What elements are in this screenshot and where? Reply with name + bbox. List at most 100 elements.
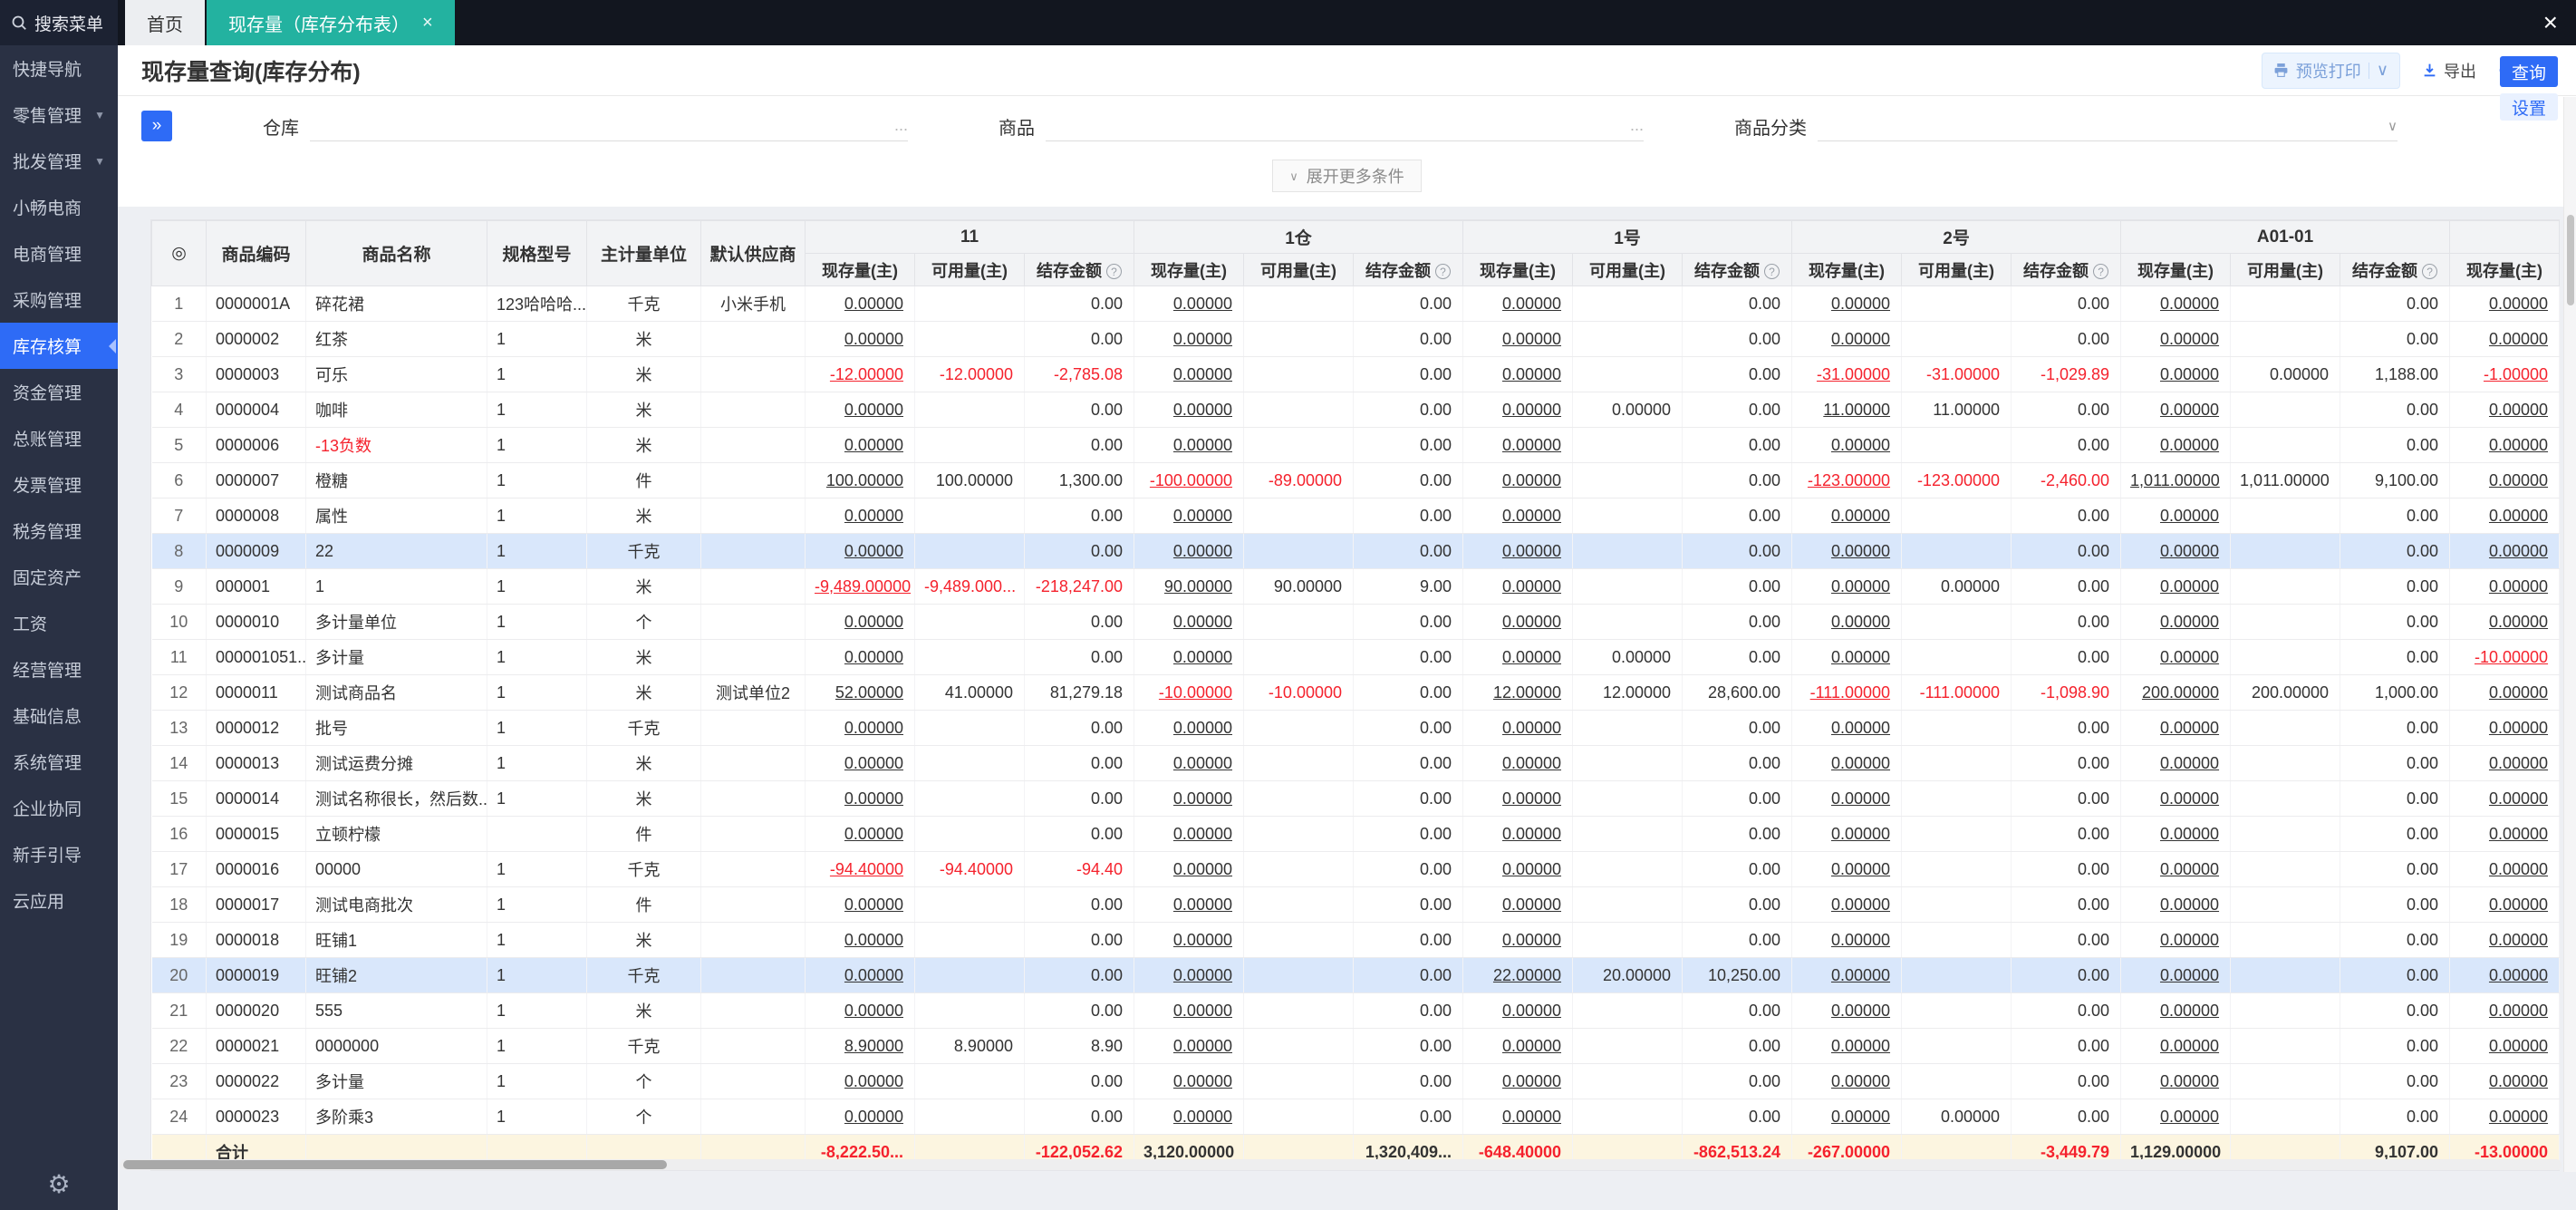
settings-gear-icon[interactable]: ⚙ (0, 1169, 118, 1199)
stock-qty-link[interactable]: 0.00000 (2160, 436, 2219, 454)
table-row[interactable]: 7 0000008 属性 1 米 0.00000 0.00 0.00000 0.00 0.0000… (151, 498, 2561, 534)
stock-qty-link[interactable]: 0.00000 (844, 507, 903, 525)
stock-qty-link[interactable]: -10.00000 (1159, 683, 1232, 702)
stock-qty-link[interactable]: 0.00000 (1173, 1072, 1232, 1090)
print-preview-button[interactable]: 预览打印 ∨ (2261, 52, 2400, 89)
expand-more-button[interactable]: ∨ 展开更多条件 (1272, 160, 1422, 192)
stock-qty-link[interactable]: 0.00000 (1173, 789, 1232, 808)
stock-qty-link[interactable]: 0.00000 (844, 789, 903, 808)
stock-qty-link[interactable]: 0.00000 (1173, 1108, 1232, 1126)
column-header[interactable]: 结存金额? (2340, 253, 2451, 286)
stock-qty-link[interactable]: 0.00000 (844, 436, 903, 454)
table-row[interactable]: 4 0000004 咖啡 1 米 0.00000 0.00 0.00000 0.00 0.0000… (151, 392, 2561, 428)
stock-qty-link[interactable]: 0.00000 (844, 648, 903, 666)
stock-qty-link[interactable]: 0.00000 (2160, 613, 2219, 631)
stock-qty-link[interactable]: 0.00000 (1831, 895, 1890, 914)
stock-qty-link[interactable]: 0.00000 (1502, 436, 1561, 454)
table-row[interactable]: 13 0000012 批号 1 千克 0.00000 0.00 0.00000 0.00 0.00… (151, 710, 2561, 746)
sidebar-item[interactable]: 快捷导航 (0, 45, 118, 92)
table-row[interactable]: 12 0000011 测试商品名 1 米 测试单位2 52.00000 41.00000 81,… (151, 674, 2561, 711)
stock-qty-link[interactable]: 0.00000 (1831, 1037, 1890, 1055)
stock-qty-link[interactable]: 0.00000 (2489, 507, 2548, 525)
table-row[interactable]: 9 000001 1 1 米 -9,489.00000 -9,489.000... -218,… (151, 568, 2561, 605)
stock-qty-link[interactable]: 0.00000 (2489, 895, 2548, 914)
stock-qty-link[interactable]: 0.00000 (844, 613, 903, 631)
sidebar-item[interactable]: 企业协同 (0, 785, 118, 831)
stock-qty-link[interactable]: 0.00000 (2160, 860, 2219, 878)
table-row[interactable]: 20 0000019 旺铺2 1 千克 0.00000 0.00 0.00000 0.00 22.… (151, 957, 2561, 993)
stock-qty-link[interactable]: 0.00000 (844, 754, 903, 772)
sidebar-item[interactable]: 税务管理 (0, 508, 118, 554)
sidebar-item[interactable]: 电商管理 (0, 230, 118, 276)
column-header[interactable]: 现存量(主) (805, 253, 915, 286)
stock-qty-link[interactable]: 22.00000 (1493, 966, 1561, 984)
stock-qty-link[interactable]: 0.00000 (1831, 719, 1890, 737)
stock-qty-link[interactable]: 11.00000 (1823, 401, 1890, 419)
stock-qty-link[interactable]: 0.00000 (1502, 471, 1561, 489)
vertical-scroll-thumb[interactable] (2567, 215, 2574, 305)
stock-qty-link[interactable]: 0.00000 (1173, 507, 1232, 525)
stock-qty-link[interactable]: 0.00000 (844, 542, 903, 560)
stock-qty-link[interactable]: 0.00000 (1831, 613, 1890, 631)
tab-close-icon[interactable]: × (422, 13, 433, 34)
table-row[interactable]: 10 0000010 多计量单位 1 个 0.00000 0.00 0.00000 0.00 0.… (151, 604, 2561, 640)
column-header[interactable]: 结存金额? (1682, 253, 1793, 286)
stock-qty-link[interactable]: -10.00000 (2475, 648, 2548, 666)
column-header[interactable]: 现存量(主) (1791, 253, 1903, 286)
stock-qty-link[interactable]: 0.00000 (1173, 613, 1232, 631)
stock-qty-link[interactable]: 0.00000 (2489, 577, 2548, 595)
table-row[interactable]: 8 0000009 22 1 千克 0.00000 0.00 0.00000 0.00 0.000… (151, 533, 2561, 569)
stock-qty-link[interactable]: 0.00000 (1502, 542, 1561, 560)
stock-qty-link[interactable]: 0.00000 (1502, 719, 1561, 737)
stock-qty-link[interactable]: 0.00000 (1502, 648, 1561, 666)
sidebar-item[interactable]: 资金管理 (0, 369, 118, 415)
sidebar-item[interactable]: 云应用 (0, 877, 118, 924)
stock-qty-link[interactable]: 0.00000 (2160, 330, 2219, 348)
table-row[interactable]: 24 0000023 多阶乘3 1 个 0.00000 0.00 0.00000 0.00 0.0… (151, 1099, 2561, 1135)
stock-qty-link[interactable]: 0.00000 (1502, 613, 1561, 631)
stock-qty-link[interactable]: 0.00000 (2489, 683, 2548, 702)
sidebar-item[interactable]: 固定资产 (0, 554, 118, 600)
stock-qty-link[interactable]: 0.00000 (2160, 1072, 2219, 1090)
stock-qty-link[interactable]: 0.00000 (1502, 1108, 1561, 1126)
stock-qty-link[interactable]: 0.00000 (1831, 754, 1890, 772)
stock-qty-link[interactable]: 12.00000 (1493, 683, 1561, 702)
sidebar-item[interactable]: 零售管理 ▼ (0, 92, 118, 138)
stock-qty-link[interactable]: 0.00000 (844, 295, 903, 313)
stock-qty-link[interactable]: 0.00000 (2160, 1037, 2219, 1055)
table-row[interactable]: 18 0000017 测试电商批次 1 件 0.00000 0.00 0.00000 0.00 0… (151, 886, 2561, 923)
stock-qty-link[interactable]: 0.00000 (1173, 436, 1232, 454)
stock-qty-link[interactable]: 0.00000 (844, 931, 903, 949)
stock-qty-link[interactable]: 0.00000 (1831, 789, 1890, 808)
stock-qty-link[interactable]: 0.00000 (2160, 577, 2219, 595)
table-row[interactable]: 15 0000014 测试名称很长，然后数... 1 米 0.00000 0.00 0.000… (151, 780, 2561, 817)
stock-qty-link[interactable]: -1.00000 (2484, 365, 2548, 383)
stock-qty-link[interactable]: 0.00000 (1502, 401, 1561, 419)
chevron-down-icon[interactable]: ∨ (2377, 61, 2388, 80)
sidebar-item[interactable]: 批发管理 ▼ (0, 138, 118, 184)
sidebar-item[interactable]: 采购管理 (0, 276, 118, 323)
settings-button[interactable]: 设置 (2500, 93, 2558, 121)
stock-qty-link[interactable]: 0.00000 (1831, 577, 1890, 595)
stock-qty-link[interactable]: 0.00000 (2489, 1037, 2548, 1055)
stock-qty-link[interactable]: 1,011.00000 (2130, 471, 2220, 489)
column-header[interactable]: 可用量(主) (914, 253, 1025, 286)
stock-qty-link[interactable]: 0.00000 (2160, 1002, 2219, 1020)
table-row[interactable]: 14 0000013 测试运费分摊 1 米 0.00000 0.00 0.00000 0.00 0… (151, 745, 2561, 781)
stock-qty-link[interactable]: -31.00000 (1817, 365, 1890, 383)
stock-qty-link[interactable]: 0.00000 (1173, 825, 1232, 843)
stock-qty-link[interactable]: -9,489.00000 (815, 577, 911, 595)
stock-qty-link[interactable]: 0.00000 (2160, 825, 2219, 843)
stock-qty-link[interactable]: 0.00000 (2489, 966, 2548, 984)
stock-qty-link[interactable]: 0.00000 (1831, 825, 1890, 843)
stock-qty-link[interactable]: 0.00000 (844, 1108, 903, 1126)
stock-qty-link[interactable]: 0.00000 (2489, 295, 2548, 313)
stock-qty-link[interactable]: 0.00000 (1831, 931, 1890, 949)
help-icon[interactable]: ? (2093, 263, 2109, 279)
stock-qty-link[interactable]: 0.00000 (2160, 365, 2219, 383)
stock-qty-link[interactable]: 0.00000 (844, 330, 903, 348)
table-row[interactable]: 5 0000006 -13负数 1 米 0.00000 0.00 0.00000 0.00 0.0… (151, 427, 2561, 463)
ellipsis-trigger[interactable]: ... (1630, 116, 1644, 135)
stock-qty-link[interactable]: 0.00000 (1502, 577, 1561, 595)
query-button[interactable]: 查询 (2500, 56, 2558, 87)
